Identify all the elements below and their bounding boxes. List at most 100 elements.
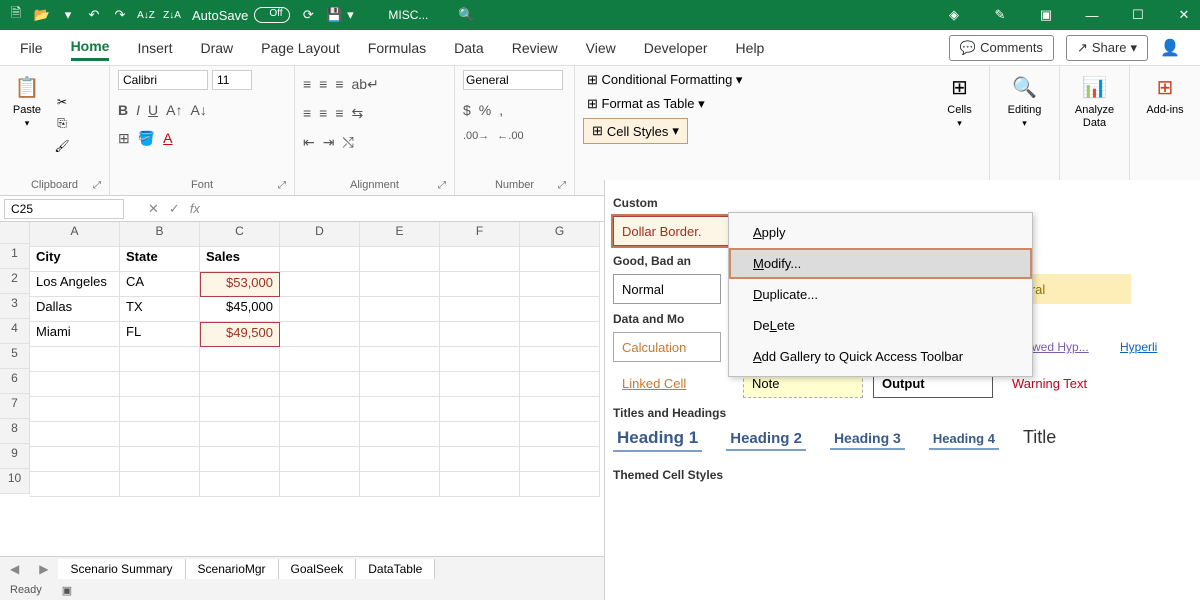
font-name-input[interactable] <box>118 70 208 90</box>
cell[interactable] <box>440 422 520 447</box>
cell[interactable]: CA <box>120 272 200 297</box>
style-linked-cell[interactable]: Linked Cell <box>613 368 733 398</box>
row-header[interactable]: 5 <box>0 344 30 369</box>
style-heading-4[interactable]: Heading 4 <box>929 429 999 450</box>
cell[interactable] <box>280 297 360 322</box>
cell[interactable] <box>360 347 440 372</box>
decrease-decimal-icon[interactable]: ←.00 <box>497 130 523 142</box>
grow-font-icon[interactable]: A↑ <box>166 102 182 118</box>
cell[interactable]: $53,000 <box>200 272 280 297</box>
context-modify[interactable]: Modify... <box>729 248 1032 279</box>
autosave-toggle[interactable]: AutoSave Off <box>192 7 290 23</box>
tab-draw[interactable]: Draw <box>200 36 233 60</box>
currency-icon[interactable]: $ <box>463 102 471 118</box>
cell[interactable] <box>360 322 440 347</box>
cell[interactable] <box>360 297 440 322</box>
align-center-icon[interactable]: ≡ <box>319 105 327 122</box>
comments-button[interactable]: 💬 Comments <box>949 35 1054 61</box>
italic-icon[interactable]: I <box>136 102 140 118</box>
align-left-icon[interactable]: ≡ <box>303 105 311 122</box>
cell[interactable] <box>360 397 440 422</box>
enter-icon[interactable]: ✓ <box>169 201 180 217</box>
cell[interactable] <box>520 247 600 272</box>
analyze-data-button[interactable]: 📊Analyze Data <box>1068 70 1121 132</box>
new-file-icon[interactable]: 🗎 <box>8 7 24 23</box>
cell[interactable]: Dallas <box>30 297 120 322</box>
redo-icon[interactable]: ↷ <box>112 7 128 23</box>
sheet-tab[interactable]: Scenario Summary <box>58 559 185 579</box>
cell[interactable] <box>200 472 280 497</box>
style-heading-1[interactable]: Heading 1 <box>613 426 702 452</box>
cell[interactable] <box>280 322 360 347</box>
sort-za-icon[interactable]: Z↓A <box>164 7 180 23</box>
cell[interactable] <box>280 347 360 372</box>
cell[interactable] <box>280 447 360 472</box>
paste-button[interactable]: 📋 Paste ▾ <box>8 70 46 177</box>
col-header[interactable]: C <box>200 222 280 247</box>
cell[interactable] <box>30 347 120 372</box>
cell[interactable] <box>440 472 520 497</box>
sheet-nav-next[interactable]: ▶ <box>29 562 58 576</box>
sort-az-icon[interactable]: A↓Z <box>138 7 154 23</box>
col-header[interactable]: A <box>30 222 120 247</box>
qat-dropdown-icon[interactable]: ▾ <box>342 7 358 23</box>
cell[interactable] <box>360 272 440 297</box>
cell[interactable]: $45,000 <box>200 297 280 322</box>
cell[interactable]: $49,500 <box>200 322 280 347</box>
minimize-icon[interactable]: — <box>1084 7 1100 23</box>
cell[interactable] <box>520 447 600 472</box>
border-icon[interactable]: ⊞ <box>118 130 130 147</box>
fill-color-icon[interactable]: 🪣 <box>138 130 155 147</box>
editing-button[interactable]: 🔍Editing▾ <box>998 70 1051 131</box>
cell[interactable] <box>440 447 520 472</box>
maximize-icon[interactable]: ☐ <box>1130 7 1146 23</box>
row-header[interactable]: 2 <box>0 269 30 294</box>
wrap-text-icon[interactable]: ab↵ <box>352 76 379 93</box>
col-header[interactable]: E <box>360 222 440 247</box>
tab-insert[interactable]: Insert <box>137 36 172 60</box>
cell[interactable] <box>200 397 280 422</box>
cell[interactable] <box>280 272 360 297</box>
macro-record-icon[interactable]: ▣ <box>62 584 72 597</box>
tab-help[interactable]: Help <box>736 36 765 60</box>
cell[interactable]: Miami <box>30 322 120 347</box>
cell[interactable] <box>520 422 600 447</box>
cell[interactable] <box>280 397 360 422</box>
cell[interactable] <box>440 347 520 372</box>
sheet-tab[interactable]: ScenarioMgr <box>186 559 279 579</box>
tab-review[interactable]: Review <box>512 36 558 60</box>
row-header[interactable]: 7 <box>0 394 30 419</box>
cell[interactable] <box>440 322 520 347</box>
shrink-font-icon[interactable]: A↓ <box>190 102 206 118</box>
launcher-icon[interactable]: ⤢ <box>558 180 566 191</box>
cell-styles-button[interactable]: ⊞ Cell Styles ▾ <box>583 118 688 144</box>
copy-icon[interactable]: ⎘ <box>52 115 72 133</box>
cell[interactable]: State <box>120 247 200 272</box>
search-icon[interactable]: 🔍 <box>458 7 474 23</box>
row-header[interactable]: 4 <box>0 319 30 344</box>
cells-button[interactable]: ⊞Cells▾ <box>938 70 981 131</box>
cut-icon[interactable]: ✂ <box>52 93 72 111</box>
tab-formulas[interactable]: Formulas <box>368 36 426 60</box>
col-header[interactable]: B <box>120 222 200 247</box>
cell[interactable] <box>360 247 440 272</box>
tab-data[interactable]: Data <box>454 36 484 60</box>
launcher-icon[interactable]: ⤢ <box>278 180 286 191</box>
tab-view[interactable]: View <box>586 36 616 60</box>
cell[interactable] <box>120 372 200 397</box>
context-apply[interactable]: Apply <box>729 217 1032 248</box>
style-hyperlink[interactable]: Hyperli <box>1111 332 1161 362</box>
percent-icon[interactable]: % <box>479 102 491 118</box>
cell[interactable] <box>440 397 520 422</box>
cell[interactable] <box>360 422 440 447</box>
context-add-to-qat[interactable]: Add Gallery to Quick Access Toolbar <box>729 341 1032 372</box>
cell[interactable]: Los Angeles <box>30 272 120 297</box>
share-button[interactable]: ↗ Share ▾ <box>1066 35 1148 61</box>
close-icon[interactable]: ✕ <box>1176 7 1192 23</box>
cell[interactable]: FL <box>120 322 200 347</box>
cell[interactable] <box>30 422 120 447</box>
style-dollar-border[interactable]: Dollar Border. <box>613 216 733 246</box>
cell[interactable] <box>440 247 520 272</box>
brush-icon[interactable]: ✎ <box>992 7 1008 23</box>
save-icon[interactable]: 💾 <box>326 7 342 23</box>
